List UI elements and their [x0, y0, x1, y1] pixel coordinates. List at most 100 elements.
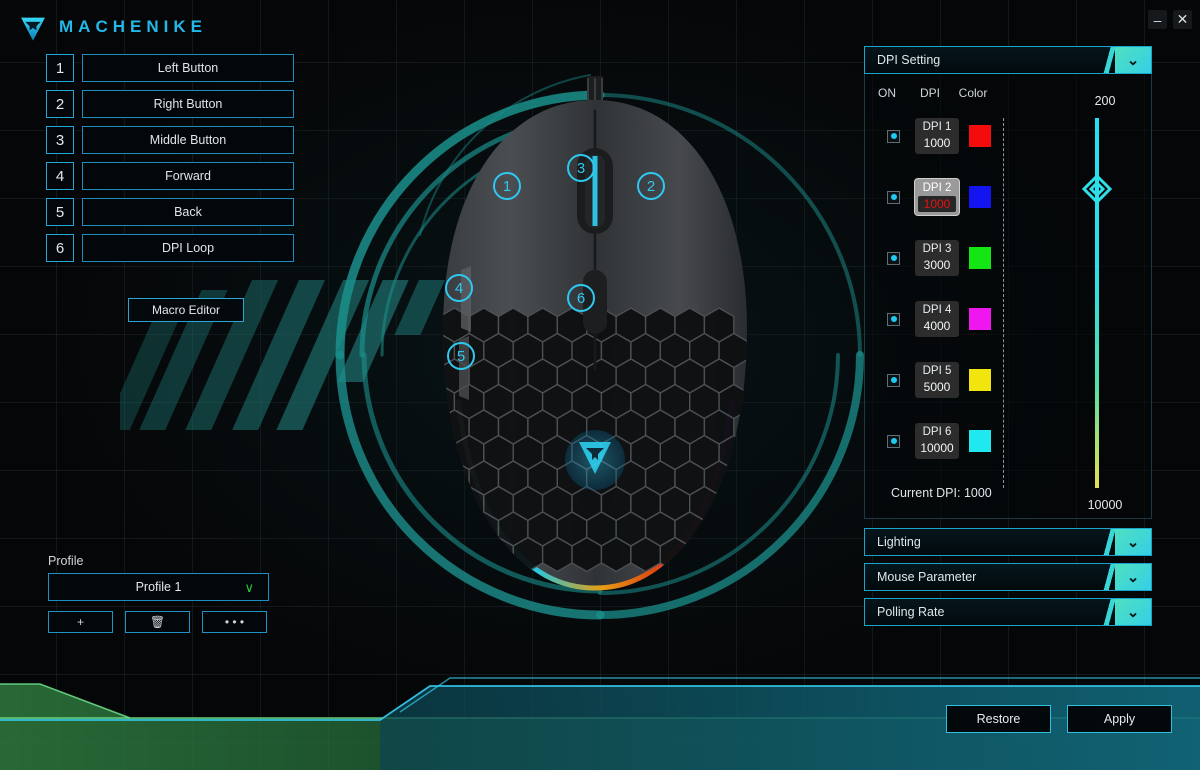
- button-assignment-forward[interactable]: Forward: [82, 162, 294, 190]
- column-header-on: ON: [877, 86, 896, 100]
- dpi-stage-value: 1000: [923, 136, 951, 150]
- dpi-stage-3[interactable]: DPI 3 3000: [915, 240, 959, 276]
- column-header-color: Color: [958, 86, 988, 100]
- dpi-slider[interactable]: 200 10000: [1060, 94, 1150, 514]
- button-index: 5: [46, 198, 74, 226]
- dpi-color-swatch-5[interactable]: [969, 369, 991, 391]
- button-assignment-list: 1 Left Button 2 Right Button 3 Middle Bu…: [46, 54, 294, 270]
- brand-name: MACHENIKE: [59, 17, 207, 36]
- macro-editor-button[interactable]: Macro Editor: [128, 298, 244, 322]
- dpi-stage-4[interactable]: DPI 4 4000: [915, 301, 959, 337]
- window-controls: – ✕: [1148, 10, 1192, 29]
- minimize-button[interactable]: –: [1148, 10, 1167, 29]
- dpi-enable-checkbox-5[interactable]: [887, 373, 900, 387]
- current-dpi-value: 1000: [963, 486, 992, 500]
- delete-profile-button[interactable]: 🗑: [125, 611, 190, 633]
- section-title: Mouse Parameter: [877, 570, 977, 584]
- dpi-color-swatch-4[interactable]: [969, 308, 991, 330]
- button-index: 4: [46, 162, 74, 190]
- chevron-down-icon[interactable]: ⌄: [1115, 599, 1151, 625]
- dpi-enable-checkbox-3[interactable]: [887, 251, 900, 265]
- button-index: 6: [46, 234, 74, 262]
- current-dpi-label: Current DPI:: [891, 486, 961, 500]
- footer-actions: Restore Apply: [946, 705, 1172, 733]
- panel-divider: [1003, 118, 1004, 488]
- slash-accent-icon: [1101, 564, 1115, 590]
- button-assignment-back[interactable]: Back: [82, 198, 294, 226]
- dpi-stage-name: DPI 3: [922, 243, 952, 255]
- machenike-logo-icon: [21, 17, 45, 41]
- slider-max-label: 200: [1094, 94, 1116, 108]
- profile-label: Profile: [48, 554, 84, 568]
- dpi-color-swatch-3[interactable]: [969, 247, 991, 269]
- dpi-stage-2[interactable]: DPI 2 1000: [915, 179, 959, 215]
- chevron-down-icon[interactable]: ⌄: [1115, 564, 1151, 590]
- dpi-stage-name: DPI 2: [922, 182, 952, 194]
- button-assignment-dpi-loop[interactable]: DPI Loop: [82, 234, 294, 262]
- section-title: Lighting: [877, 535, 921, 549]
- dpi-stage-value: 5000: [923, 380, 951, 394]
- section-header-lighting[interactable]: Lighting ⌄: [864, 528, 1152, 556]
- dpi-enable-checkbox-2[interactable]: [887, 190, 900, 204]
- dpi-row-1: DPI 1 1000: [887, 118, 991, 154]
- profile-select[interactable]: Profile 1 ∨: [48, 573, 269, 601]
- add-profile-button[interactable]: +: [48, 611, 113, 633]
- dpi-stage-1[interactable]: DPI 1 1000: [915, 118, 959, 154]
- current-dpi-readout: Current DPI: 1000: [891, 486, 992, 500]
- settings-column: DPI Setting ⌄ ON DPI Color DPI 1 1000 DP…: [864, 46, 1152, 626]
- dpi-stage-value: 1000: [918, 196, 956, 212]
- dpi-color-swatch-1[interactable]: [969, 125, 991, 147]
- dpi-row-4: DPI 4 4000: [887, 301, 991, 337]
- dpi-stage-name: DPI 1: [922, 121, 952, 133]
- more-profile-options-button[interactable]: • • •: [202, 611, 267, 633]
- button-row: 3 Middle Button: [46, 126, 294, 154]
- dpi-stage-5[interactable]: DPI 5 5000: [915, 362, 959, 398]
- restore-button[interactable]: Restore: [946, 705, 1051, 733]
- dpi-stage-6[interactable]: DPI 6 10000: [915, 423, 959, 459]
- button-index: 3: [46, 126, 74, 154]
- dpi-enable-checkbox-1[interactable]: [887, 129, 900, 143]
- slider-min-label: 10000: [1087, 498, 1123, 512]
- button-row: 5 Back: [46, 198, 294, 226]
- dpi-enable-checkbox-6[interactable]: [887, 434, 900, 448]
- button-assignment-middle[interactable]: Middle Button: [82, 126, 294, 154]
- section-header-polling-rate[interactable]: Polling Rate ⌄: [864, 598, 1152, 626]
- dpi-color-swatch-2[interactable]: [969, 186, 991, 208]
- dpi-row-6: DPI 6 10000: [887, 423, 991, 459]
- dpi-stage-name: DPI 6: [922, 426, 952, 438]
- button-row: 1 Left Button: [46, 54, 294, 82]
- dpi-row-3: DPI 3 3000: [887, 240, 991, 276]
- button-index: 1: [46, 54, 74, 82]
- chevron-down-icon[interactable]: ⌄: [1115, 47, 1151, 73]
- dpi-stage-name: DPI 5: [922, 365, 952, 377]
- button-row: 6 DPI Loop: [46, 234, 294, 262]
- svg-text:3: 3: [577, 160, 585, 177]
- dpi-stage-value: 3000: [923, 258, 951, 272]
- svg-text:1: 1: [503, 178, 511, 195]
- profile-actions: + 🗑 • • •: [48, 611, 270, 633]
- section-title: DPI Setting: [877, 53, 941, 67]
- button-index: 2: [46, 90, 74, 118]
- chevron-down-icon[interactable]: ⌄: [1115, 529, 1151, 555]
- section-header-dpi-setting[interactable]: DPI Setting ⌄: [864, 46, 1152, 74]
- button-assignment-right[interactable]: Right Button: [82, 90, 294, 118]
- slider-handle[interactable]: [1082, 174, 1112, 204]
- dpi-settings-body: ON DPI Color DPI 1 1000 DPI 2 1000 DPI 3…: [864, 74, 1152, 519]
- profile-section: Profile Profile 1 ∨ + 🗑 • • •: [48, 554, 270, 633]
- section-header-mouse-parameter[interactable]: Mouse Parameter ⌄: [864, 563, 1152, 591]
- section-title: Polling Rate: [877, 605, 945, 619]
- dpi-column-headers: ON DPI Color: [865, 86, 995, 100]
- mouse-illustration: 1 2 3 4 5 6: [443, 76, 747, 591]
- dpi-enable-checkbox-4[interactable]: [887, 312, 900, 326]
- dpi-row-5: DPI 5 5000: [887, 362, 991, 398]
- dpi-stage-name: DPI 4: [922, 304, 952, 316]
- dpi-color-swatch-6[interactable]: [969, 430, 991, 452]
- app-logo: MACHENIKE: [16, 10, 207, 44]
- slash-accent-icon: [1101, 529, 1115, 555]
- slash-accent-icon: [1101, 47, 1115, 73]
- apply-button[interactable]: Apply: [1067, 705, 1172, 733]
- close-button[interactable]: ✕: [1173, 10, 1192, 29]
- svg-text:6: 6: [577, 290, 585, 307]
- dpi-row-2: DPI 2 1000: [887, 179, 991, 215]
- button-assignment-left[interactable]: Left Button: [82, 54, 294, 82]
